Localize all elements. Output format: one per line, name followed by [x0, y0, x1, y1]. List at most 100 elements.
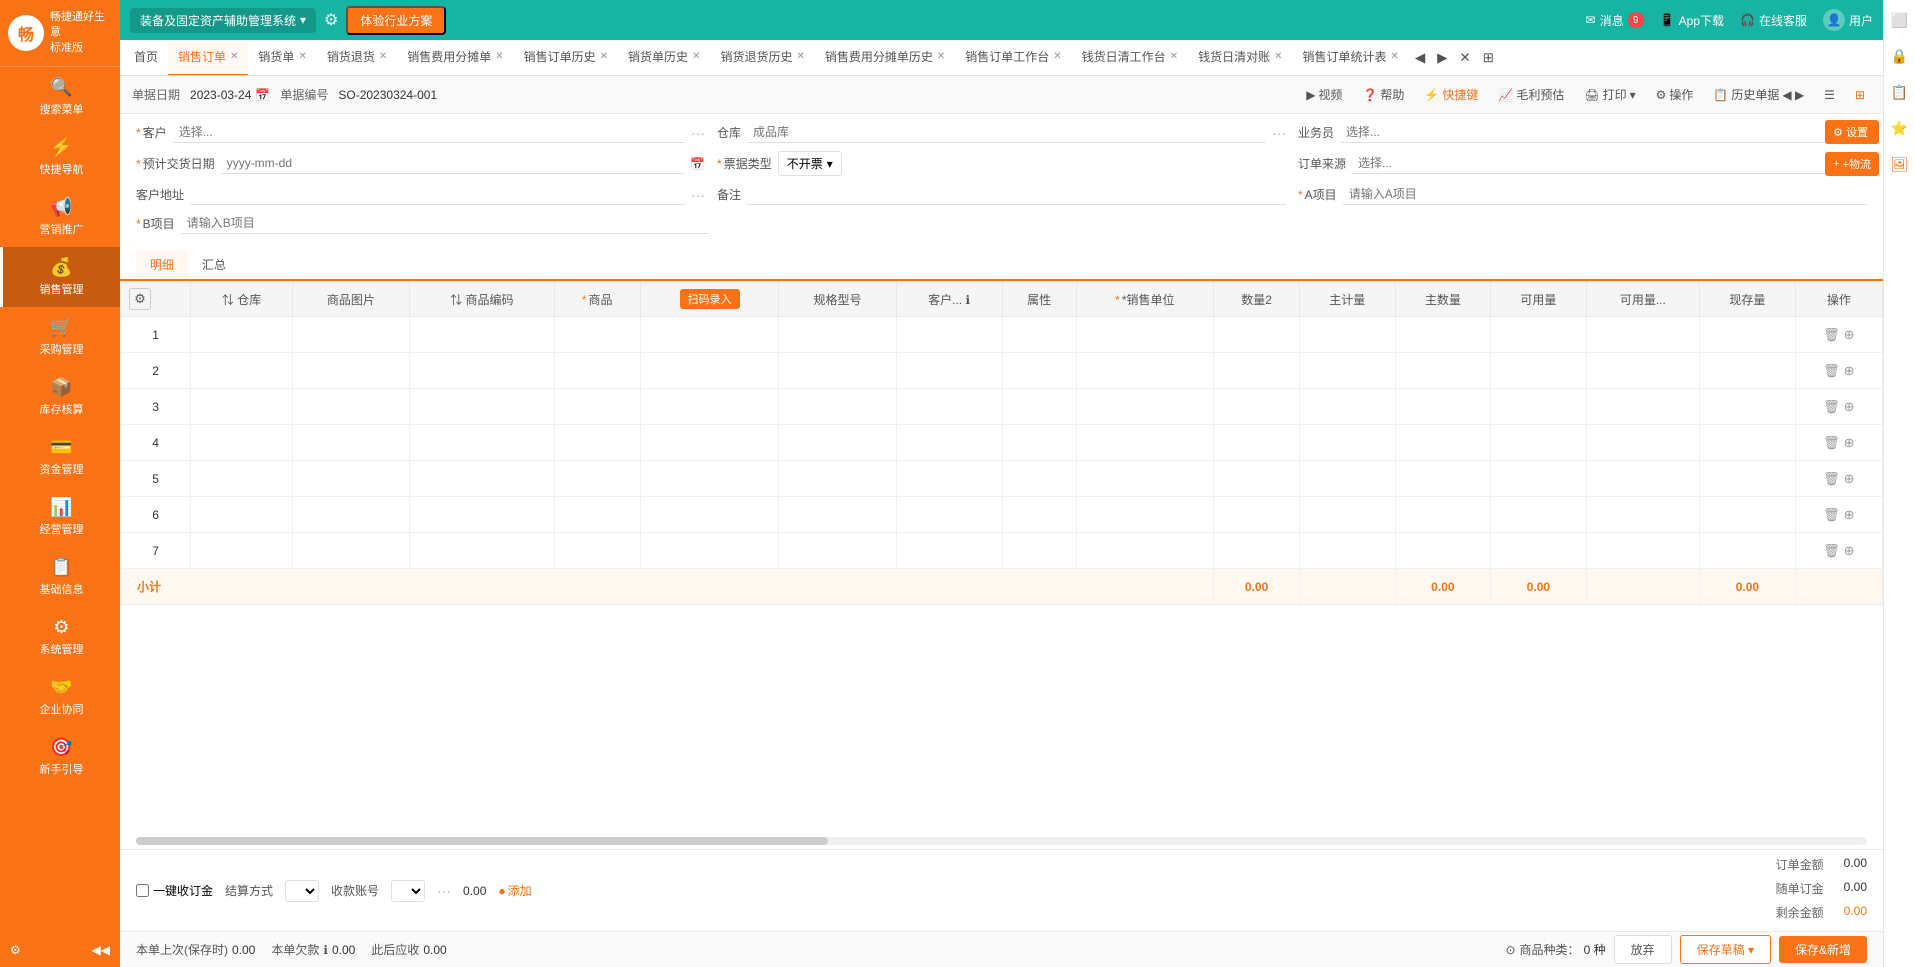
- tab-10[interactable]: 钱货日清工作台✕: [1072, 40, 1188, 76]
- row-customer-3[interactable]: [896, 425, 1002, 461]
- remark-input[interactable]: [747, 184, 1286, 205]
- row-sku-4[interactable]: [409, 461, 554, 497]
- row-copy-3[interactable]: ⊕: [1844, 435, 1855, 451]
- row-stock-5[interactable]: [1700, 497, 1796, 533]
- account-select[interactable]: [391, 880, 425, 902]
- row-spec-2[interactable]: [779, 389, 896, 425]
- delivery-calendar-icon[interactable]: 📅: [690, 157, 705, 171]
- row-attribute-6[interactable]: [1002, 533, 1076, 569]
- tab-close-11[interactable]: ✕: [1274, 51, 1282, 62]
- row-warehouse-6[interactable]: [191, 533, 293, 569]
- tab-next-btn[interactable]: ▶: [1431, 46, 1453, 70]
- tab-expand-btn[interactable]: ⊞: [1477, 46, 1500, 70]
- row-product-3[interactable]: [554, 425, 640, 461]
- row-available2-1[interactable]: [1586, 353, 1700, 389]
- row-product-6[interactable]: [554, 533, 640, 569]
- right-panel-icon-2[interactable]: 🔒: [1888, 44, 1912, 68]
- tab-0[interactable]: 首页: [124, 40, 168, 76]
- row-attribute-0[interactable]: [1002, 317, 1076, 353]
- settings-icon[interactable]: ⚙: [324, 10, 338, 30]
- tab-close-5[interactable]: ✕: [600, 51, 608, 62]
- project-a-input[interactable]: [1343, 184, 1867, 205]
- one-click-checkbox[interactable]: [136, 884, 149, 897]
- row-stock-4[interactable]: [1700, 461, 1796, 497]
- row-available2-5[interactable]: [1586, 497, 1700, 533]
- warehouse-input[interactable]: [747, 122, 1266, 143]
- row-spec-6[interactable]: [779, 533, 896, 569]
- row-unit-0[interactable]: [1076, 317, 1214, 353]
- row-main-qty-0[interactable]: [1395, 317, 1491, 353]
- address-input[interactable]: [190, 184, 685, 205]
- discard-button[interactable]: 放弃: [1614, 935, 1672, 964]
- row-copy-1[interactable]: ⊕: [1844, 363, 1855, 379]
- customer-input[interactable]: [173, 122, 685, 143]
- row-available-2[interactable]: [1491, 389, 1587, 425]
- horizontal-scrollbar[interactable]: [136, 837, 1867, 845]
- row-delete-5[interactable]: 🗑: [1823, 507, 1840, 523]
- help-btn[interactable]: ❓ 帮助: [1356, 84, 1410, 105]
- row-unit-2[interactable]: [1076, 389, 1214, 425]
- row-product-4[interactable]: [554, 461, 640, 497]
- sidebar-item-系统管理[interactable]: ⚙ 系统管理: [0, 607, 120, 667]
- row-copy-5[interactable]: ⊕: [1844, 507, 1855, 523]
- row-main-unit-2[interactable]: [1300, 389, 1396, 425]
- view-toggle-list[interactable]: ☰: [1818, 86, 1841, 104]
- row-spec-3[interactable]: [779, 425, 896, 461]
- row-available-3[interactable]: [1491, 425, 1587, 461]
- tab-1[interactable]: 销售订单✕: [168, 40, 248, 76]
- col-product[interactable]: *商品: [554, 282, 640, 317]
- row-product-5[interactable]: [554, 497, 640, 533]
- sidebar-item-经营管理[interactable]: 📊 经营管理: [0, 487, 120, 547]
- row-stock-1[interactable]: [1700, 353, 1796, 389]
- sidebar-collapse-icon[interactable]: ◀◀: [92, 943, 110, 957]
- tab-5[interactable]: 销售订单历史✕: [514, 40, 618, 76]
- sidebar-item-采购管理[interactable]: 🛒 采购管理: [0, 307, 120, 367]
- tab-summary[interactable]: 汇总: [188, 250, 240, 279]
- save-new-button[interactable]: 保存&新增: [1779, 936, 1867, 963]
- row-warehouse-4[interactable]: [191, 461, 293, 497]
- row-attribute-3[interactable]: [1002, 425, 1076, 461]
- row-warehouse-5[interactable]: [191, 497, 293, 533]
- row-customer-2[interactable]: [896, 389, 1002, 425]
- row-main-qty-6[interactable]: [1395, 533, 1491, 569]
- shortcut-btn[interactable]: ⚡ 快捷键: [1418, 84, 1484, 105]
- tab-9[interactable]: 销售订单工作台✕: [955, 40, 1071, 76]
- col-settings[interactable]: ⚙: [121, 282, 191, 317]
- history-btn[interactable]: 📋 历史单据 ◀ ▶: [1707, 84, 1810, 105]
- row-spec-5[interactable]: [779, 497, 896, 533]
- save-draft-button[interactable]: 保存草稿 ▾: [1680, 935, 1771, 964]
- tab-prev-btn[interactable]: ◀: [1409, 46, 1431, 70]
- row-copy-4[interactable]: ⊕: [1844, 471, 1855, 487]
- invoice-select[interactable]: 不开票 ▾: [778, 151, 842, 176]
- row-available-4[interactable]: [1491, 461, 1587, 497]
- view-btn[interactable]: ▶ 视频: [1300, 84, 1348, 105]
- tab-12[interactable]: 销售订单统计表✕: [1292, 40, 1408, 76]
- print-btn[interactable]: 🖨 打印 ▾: [1578, 84, 1641, 105]
- sidebar-item-企业协同[interactable]: 🤝 企业协同: [0, 667, 120, 727]
- row-main-unit-6[interactable]: [1300, 533, 1396, 569]
- warehouse-more-btn[interactable]: ···: [1272, 125, 1286, 141]
- row-delete-2[interactable]: 🗑: [1823, 399, 1840, 415]
- row-copy-6[interactable]: ⊕: [1844, 543, 1855, 559]
- row-available2-2[interactable]: [1586, 389, 1700, 425]
- app-logo[interactable]: 畅 畅捷通好生意 标准版: [0, 0, 120, 67]
- row-stock-6[interactable]: [1700, 533, 1796, 569]
- row-unit-4[interactable]: [1076, 461, 1214, 497]
- sidebar-item-基础信息[interactable]: 📋 基础信息: [0, 547, 120, 607]
- row-stock-2[interactable]: [1700, 389, 1796, 425]
- view-toggle-grid[interactable]: ⊞: [1849, 86, 1871, 104]
- solution-button[interactable]: 体验行业方案: [346, 6, 446, 35]
- row-qty2-2[interactable]: [1214, 389, 1300, 425]
- row-available2-3[interactable]: [1586, 425, 1700, 461]
- add-btn[interactable]: ● 添加: [498, 882, 531, 899]
- row-product-2[interactable]: [554, 389, 640, 425]
- row-qty2-4[interactable]: [1214, 461, 1300, 497]
- tab-close-1[interactable]: ✕: [230, 51, 238, 62]
- logistics-float-btn[interactable]: + +物流: [1825, 152, 1879, 176]
- tab-3[interactable]: 销货退货✕: [317, 40, 397, 76]
- row-main-qty-4[interactable]: [1395, 461, 1491, 497]
- row-copy-2[interactable]: ⊕: [1844, 399, 1855, 415]
- row-spec-0[interactable]: [779, 317, 896, 353]
- tab-close-4[interactable]: ✕: [495, 51, 503, 62]
- tab-2[interactable]: 销货单✕: [248, 40, 316, 76]
